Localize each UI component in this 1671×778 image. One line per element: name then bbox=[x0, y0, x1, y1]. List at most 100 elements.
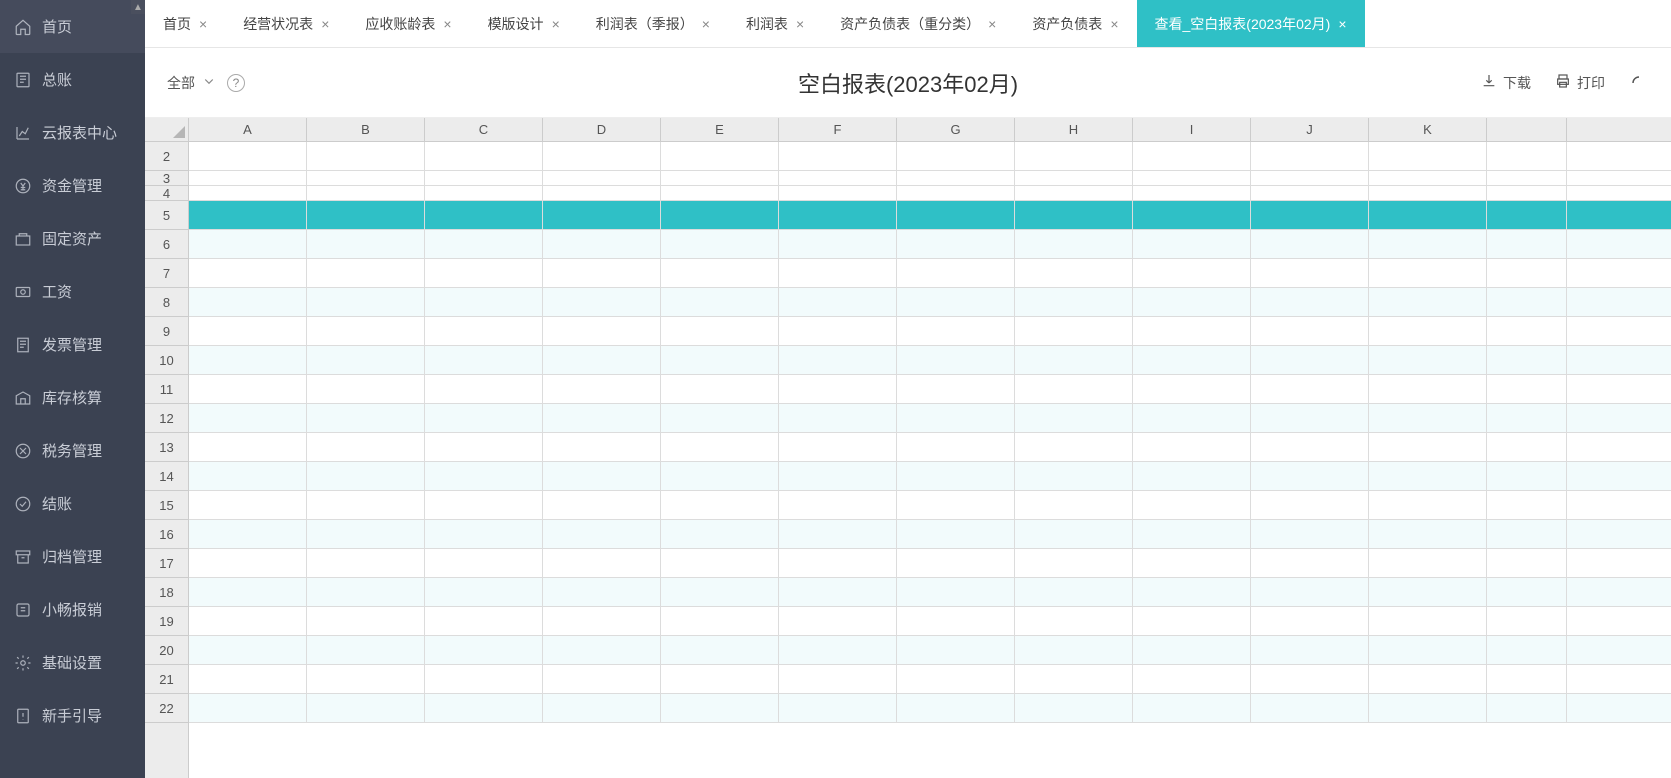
cell[interactable] bbox=[1251, 462, 1369, 490]
cell[interactable] bbox=[1015, 694, 1133, 722]
cell[interactable] bbox=[1251, 549, 1369, 577]
tab[interactable]: 利润表× bbox=[728, 0, 822, 47]
cell[interactable] bbox=[661, 462, 779, 490]
cell[interactable] bbox=[897, 142, 1015, 170]
cell[interactable] bbox=[661, 288, 779, 316]
cell[interactable] bbox=[779, 259, 897, 287]
cell[interactable] bbox=[425, 186, 543, 200]
cell[interactable] bbox=[1133, 491, 1251, 519]
cell[interactable] bbox=[543, 607, 661, 635]
cell[interactable] bbox=[779, 549, 897, 577]
cell[interactable] bbox=[307, 694, 425, 722]
column-header[interactable]: I bbox=[1133, 118, 1251, 141]
cell[interactable] bbox=[543, 578, 661, 606]
cell[interactable] bbox=[543, 491, 661, 519]
cell[interactable] bbox=[307, 142, 425, 170]
column-header[interactable]: J bbox=[1251, 118, 1369, 141]
cell[interactable] bbox=[307, 186, 425, 200]
cell[interactable] bbox=[1251, 142, 1369, 170]
cell[interactable] bbox=[1369, 665, 1487, 693]
column-header[interactable]: E bbox=[661, 118, 779, 141]
cell[interactable] bbox=[1251, 636, 1369, 664]
column-header[interactable]: K bbox=[1369, 118, 1487, 141]
cell[interactable] bbox=[1133, 375, 1251, 403]
cell[interactable] bbox=[543, 171, 661, 185]
cell[interactable] bbox=[543, 186, 661, 200]
row-header[interactable]: 20 bbox=[145, 636, 188, 665]
row-header[interactable]: 16 bbox=[145, 520, 188, 549]
cell[interactable] bbox=[425, 288, 543, 316]
cell[interactable] bbox=[1369, 636, 1487, 664]
cell[interactable] bbox=[1369, 288, 1487, 316]
column-header[interactable] bbox=[1487, 118, 1567, 141]
cell[interactable] bbox=[1369, 491, 1487, 519]
tab[interactable]: 查看_空白报表(2023年02月)× bbox=[1137, 0, 1365, 47]
row-header[interactable]: 18 bbox=[145, 578, 188, 607]
cell[interactable] bbox=[1015, 288, 1133, 316]
cell[interactable] bbox=[307, 375, 425, 403]
cell[interactable] bbox=[897, 607, 1015, 635]
cell[interactable] bbox=[1251, 694, 1369, 722]
cell[interactable] bbox=[189, 201, 307, 229]
cell[interactable] bbox=[543, 346, 661, 374]
cell[interactable] bbox=[189, 665, 307, 693]
cell[interactable] bbox=[1251, 346, 1369, 374]
cell[interactable] bbox=[1369, 142, 1487, 170]
cell[interactable] bbox=[1015, 201, 1133, 229]
cell[interactable] bbox=[779, 375, 897, 403]
cell[interactable] bbox=[1369, 317, 1487, 345]
cell[interactable] bbox=[779, 201, 897, 229]
cell[interactable] bbox=[1369, 462, 1487, 490]
column-header[interactable]: D bbox=[543, 118, 661, 141]
cell[interactable] bbox=[543, 259, 661, 287]
cell[interactable] bbox=[1487, 694, 1567, 722]
cell[interactable] bbox=[897, 491, 1015, 519]
sidebar-item-close-acct[interactable]: 结账 bbox=[0, 477, 145, 530]
cell[interactable] bbox=[307, 404, 425, 432]
cell[interactable] bbox=[779, 520, 897, 548]
cell[interactable] bbox=[1251, 259, 1369, 287]
sidebar-item-home[interactable]: 首页 bbox=[0, 0, 145, 53]
cell[interactable] bbox=[1015, 491, 1133, 519]
cell[interactable] bbox=[1487, 317, 1567, 345]
cell[interactable] bbox=[1369, 549, 1487, 577]
row-header[interactable]: 3 bbox=[145, 171, 188, 186]
cell[interactable] bbox=[1487, 186, 1567, 200]
cell[interactable] bbox=[661, 230, 779, 258]
cell[interactable] bbox=[189, 636, 307, 664]
cell[interactable] bbox=[1015, 186, 1133, 200]
cell[interactable] bbox=[661, 404, 779, 432]
cell[interactable] bbox=[307, 636, 425, 664]
spreadsheet[interactable]: ABCDEFGHIJK 2345678910111213141516171819… bbox=[145, 118, 1671, 778]
cell[interactable] bbox=[1133, 142, 1251, 170]
close-icon[interactable]: × bbox=[702, 16, 710, 32]
cell[interactable] bbox=[661, 259, 779, 287]
print-button[interactable]: 打印 bbox=[1555, 73, 1605, 93]
close-icon[interactable]: × bbox=[443, 16, 451, 32]
tab[interactable]: 资产负债表× bbox=[1014, 0, 1136, 47]
cell[interactable] bbox=[1251, 201, 1369, 229]
cell[interactable] bbox=[779, 607, 897, 635]
cell[interactable] bbox=[189, 230, 307, 258]
cell[interactable] bbox=[307, 346, 425, 374]
cell[interactable] bbox=[425, 230, 543, 258]
tab[interactable]: 经营状况表× bbox=[225, 0, 347, 47]
cell[interactable] bbox=[779, 462, 897, 490]
cell[interactable] bbox=[1251, 520, 1369, 548]
cell[interactable] bbox=[661, 549, 779, 577]
cell[interactable] bbox=[1369, 171, 1487, 185]
tab[interactable]: 模版设计× bbox=[470, 0, 578, 47]
row-header[interactable]: 10 bbox=[145, 346, 188, 375]
cell[interactable] bbox=[543, 433, 661, 461]
cell[interactable] bbox=[1487, 433, 1567, 461]
cell[interactable] bbox=[189, 520, 307, 548]
cell[interactable] bbox=[189, 317, 307, 345]
cell[interactable] bbox=[779, 578, 897, 606]
cell[interactable] bbox=[1369, 694, 1487, 722]
cell[interactable] bbox=[897, 317, 1015, 345]
cell[interactable] bbox=[897, 433, 1015, 461]
cell[interactable] bbox=[661, 433, 779, 461]
cell[interactable] bbox=[1133, 462, 1251, 490]
cell[interactable] bbox=[425, 375, 543, 403]
cell[interactable] bbox=[1015, 230, 1133, 258]
